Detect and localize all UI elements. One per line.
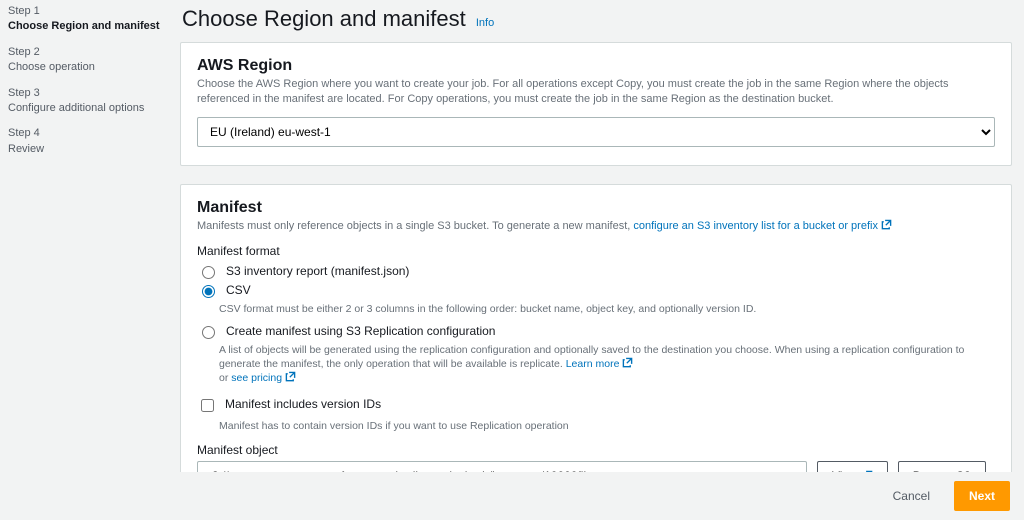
- cancel-button-label: Cancel: [893, 489, 930, 503]
- format-radio-replication[interactable]: [202, 326, 215, 339]
- wizard-footer: Cancel Next: [176, 472, 1024, 520]
- external-link-icon: [881, 220, 892, 232]
- manifest-panel-desc: Manifests must only reference objects in…: [197, 219, 995, 234]
- region-panel: AWS Region Choose the AWS Region where y…: [180, 42, 1012, 166]
- step-1-num: Step 1: [8, 4, 176, 19]
- format-radio-replication-label: Create manifest using S3 Replication con…: [226, 324, 495, 338]
- format-radio-inventory[interactable]: [202, 266, 215, 279]
- region-select[interactable]: EU (Ireland) eu-west-1: [197, 117, 995, 147]
- region-panel-desc: Choose the AWS Region where you want to …: [197, 77, 995, 107]
- step-1-label: Choose Region and manifest: [8, 19, 176, 34]
- step-2-num: Step 2: [8, 45, 176, 60]
- include-versions-checkbox[interactable]: [201, 399, 214, 412]
- step-4[interactable]: Step 4 Review: [8, 126, 176, 157]
- replication-learn-more-link[interactable]: Learn more: [566, 358, 620, 370]
- format-option-csv[interactable]: CSV: [197, 283, 995, 298]
- region-panel-title: AWS Region: [197, 57, 995, 75]
- include-versions-row[interactable]: Manifest includes version IDs: [197, 397, 995, 415]
- format-option-replication[interactable]: Create manifest using S3 Replication con…: [197, 324, 995, 339]
- next-button[interactable]: Next: [954, 481, 1010, 511]
- manifest-object-label: Manifest object: [197, 443, 995, 457]
- next-button-label: Next: [969, 489, 995, 503]
- step-3[interactable]: Step 3 Configure additional options: [8, 86, 176, 117]
- see-pricing-link[interactable]: see pricing: [231, 372, 282, 384]
- cancel-button[interactable]: Cancel: [879, 481, 944, 511]
- step-3-label: Configure additional options: [8, 101, 176, 116]
- replication-helper-or: or: [219, 372, 231, 384]
- manifest-panel-title: Manifest: [197, 199, 995, 217]
- main-content: Choose Region and manifest Info AWS Regi…: [176, 0, 1024, 520]
- step-3-num: Step 3: [8, 86, 176, 101]
- page-title-text: Choose Region and manifest: [182, 6, 466, 31]
- wizard-sidebar: Step 1 Choose Region and manifest Step 2…: [0, 0, 176, 520]
- manifest-format-label: Manifest format: [197, 244, 995, 258]
- manifest-panel: Manifest Manifests must only reference o…: [180, 184, 1012, 520]
- include-versions-helper: Manifest has to contain version IDs if y…: [219, 419, 995, 433]
- step-4-num: Step 4: [8, 126, 176, 141]
- info-link[interactable]: Info: [476, 17, 494, 29]
- step-2[interactable]: Step 2 Choose operation: [8, 45, 176, 76]
- step-1[interactable]: Step 1 Choose Region and manifest: [8, 4, 176, 35]
- page-title: Choose Region and manifest Info: [182, 6, 1012, 32]
- include-versions-label: Manifest includes version IDs: [225, 397, 381, 411]
- format-radio-csv-label: CSV: [226, 283, 251, 297]
- external-link-icon: [622, 358, 633, 370]
- step-4-label: Review: [8, 142, 176, 157]
- format-csv-helper: CSV format must be either 2 or 3 columns…: [219, 302, 995, 316]
- step-2-label: Choose operation: [8, 60, 176, 75]
- format-option-inventory[interactable]: S3 inventory report (manifest.json): [197, 264, 995, 279]
- format-replication-helper: A list of objects will be generated usin…: [219, 343, 995, 386]
- external-link-icon: [285, 372, 296, 384]
- format-radio-inventory-label: S3 inventory report (manifest.json): [226, 264, 409, 278]
- format-radio-csv[interactable]: [202, 285, 215, 298]
- manifest-desc-text: Manifests must only reference objects in…: [197, 220, 633, 232]
- configure-inventory-link[interactable]: configure an S3 inventory list for a buc…: [633, 220, 878, 232]
